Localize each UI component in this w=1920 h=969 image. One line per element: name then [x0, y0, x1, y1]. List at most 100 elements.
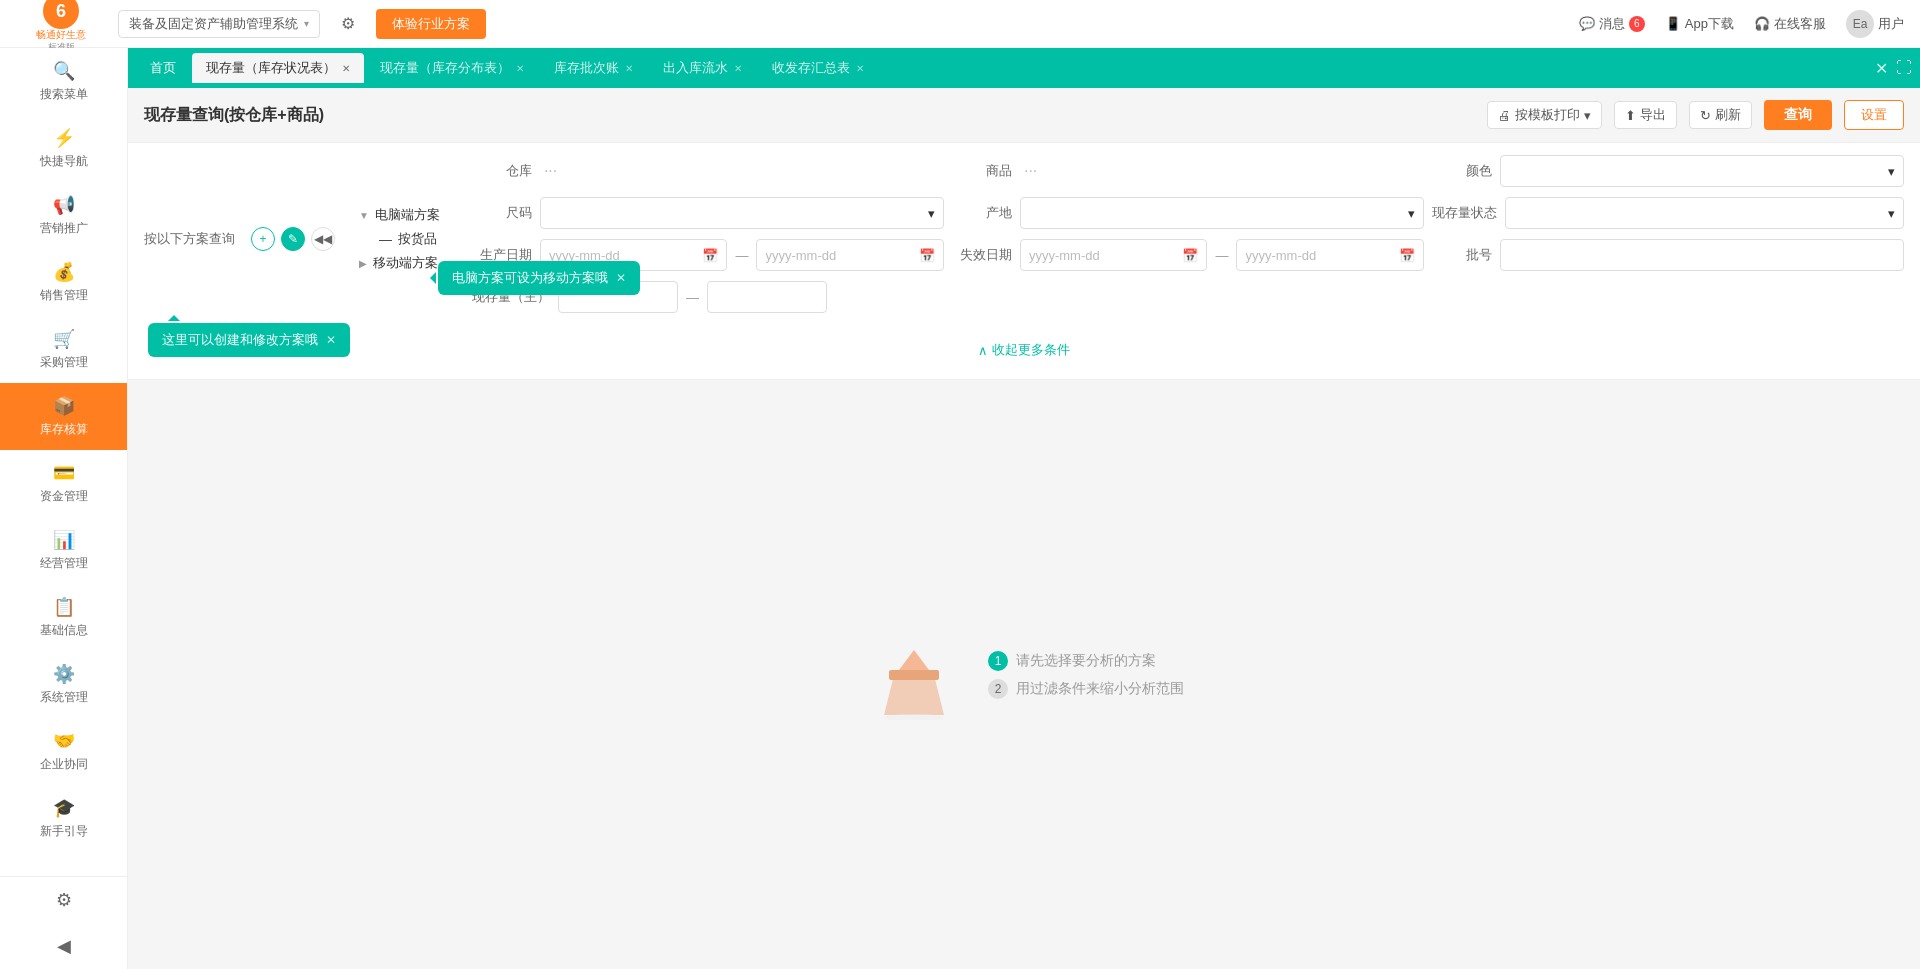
- message-badge: 6: [1629, 16, 1645, 32]
- close-icon[interactable]: ✕: [734, 63, 742, 74]
- sidebar-label: 系统管理: [40, 689, 88, 706]
- chevron-down-icon: ▾: [1888, 206, 1895, 221]
- system-selector[interactable]: 装备及固定资产辅助管理系统 ▾: [118, 10, 320, 38]
- svg-rect-1: [889, 670, 939, 680]
- sidebar-item-finance[interactable]: 💳 资金管理: [0, 450, 127, 517]
- app-download-label: App下载: [1685, 15, 1734, 33]
- phone-icon: 📱: [1665, 16, 1681, 31]
- settings-icon[interactable]: ⚙: [332, 8, 364, 40]
- stock-status-label: 现存量状态: [1432, 204, 1497, 222]
- print-button[interactable]: 🖨 按模板打印 ▾: [1487, 101, 1602, 129]
- sidebar-label: 采购管理: [40, 354, 88, 371]
- empty-tip-2: 2 用过滤条件来缩小分析范围: [988, 679, 1184, 699]
- collapse-bar[interactable]: ∧ 收起更多条件: [144, 333, 1904, 367]
- page-header: 现存量查询(按仓库+商品) 🖨 按模板打印 ▾ ⬆ 导出 ↻: [128, 88, 1920, 143]
- sidebar-item-marketing[interactable]: 📢 营销推广: [0, 182, 127, 249]
- tab-inventory-batch[interactable]: 库存批次账 ✕: [540, 53, 647, 83]
- chart-icon: 📊: [53, 529, 75, 551]
- stock-main-field: 现存量（主） —: [472, 281, 1904, 313]
- export-button[interactable]: ⬆ 导出: [1614, 101, 1677, 129]
- cart-icon: 🛒: [53, 328, 75, 350]
- filter-area: 电脑方案可设为移动方案哦 ✕ 这里可以创建和修改方案哦 ✕ 按以下方案查询 + …: [128, 143, 1920, 380]
- chevron-down-icon: ▾: [928, 206, 935, 221]
- money-icon: 💰: [53, 261, 75, 283]
- chevron-down-icon: ▾: [1584, 108, 1591, 123]
- sidebar-item-purchase[interactable]: 🛒 采购管理: [0, 316, 127, 383]
- form-row-4: 现存量（主） —: [472, 281, 1904, 313]
- warehouse-label: 仓库: [472, 162, 532, 180]
- sidebar-item-cooperation[interactable]: 🤝 企业协同: [0, 718, 127, 785]
- tip-num-2: 2: [988, 679, 1008, 699]
- expiry-date-end[interactable]: yyyy-mm-dd 📅: [1236, 239, 1424, 271]
- app-download-button[interactable]: 📱 App下载: [1665, 15, 1734, 33]
- sidebar-item-guide[interactable]: 🎓 新手引导: [0, 785, 127, 852]
- online-service-button[interactable]: 🎧 在线客服: [1754, 15, 1826, 33]
- tab-summary[interactable]: 收发存汇总表 ✕: [758, 53, 878, 83]
- color-select[interactable]: ▾: [1500, 155, 1904, 187]
- scheme-sub-item[interactable]: — 按货品: [379, 227, 440, 251]
- export-label: 导出: [1640, 106, 1666, 124]
- tooltip-close-icon[interactable]: ✕: [326, 333, 336, 347]
- scheme-pc[interactable]: ▼ 电脑端方案: [359, 203, 440, 227]
- arrow-button[interactable]: ◀◀: [311, 227, 335, 251]
- sidebar-item-inventory[interactable]: 📦 库存核算: [0, 383, 127, 450]
- sidebar-item-management[interactable]: 📊 经营管理: [0, 517, 127, 584]
- sidebar-item-search[interactable]: 🔍 搜索菜单: [0, 48, 127, 115]
- batch-label: 批号: [1432, 246, 1492, 264]
- origin-select[interactable]: ▾: [1020, 197, 1424, 229]
- sidebar-item-basic[interactable]: 📋 基础信息: [0, 584, 127, 651]
- warehouse-field: 仓库 ···: [472, 162, 944, 180]
- stock-status-select[interactable]: ▾: [1505, 197, 1904, 229]
- sidebar: 🔍 搜索菜单 ⚡ 快捷导航 📢 营销推广 💰 销售管理 🛒 采购管理 📦: [0, 48, 128, 969]
- tab-label: 现存量（库存分布表）: [380, 59, 510, 77]
- size-select[interactable]: ▾: [540, 197, 944, 229]
- avatar: Ea: [1846, 10, 1874, 38]
- message-button[interactable]: 💬 消息 6: [1579, 15, 1645, 33]
- tip-text-2: 用过滤条件来缩小分析范围: [1016, 680, 1184, 698]
- scheme-mobile[interactable]: ▶ 移动端方案: [359, 251, 440, 275]
- sidebar-collapse-button[interactable]: ◀: [0, 923, 127, 969]
- user-label: 用户: [1878, 15, 1904, 33]
- prod-date-end[interactable]: yyyy-mm-dd 📅: [756, 239, 944, 271]
- close-icon[interactable]: ✕: [625, 63, 633, 74]
- edit-scheme-button[interactable]: ✎: [281, 227, 305, 251]
- sidebar-item-nav[interactable]: ⚡ 快捷导航: [0, 115, 127, 182]
- close-icon[interactable]: ✕: [856, 63, 864, 74]
- batch-input[interactable]: [1500, 239, 1904, 271]
- chevron-down-icon: ▾: [1888, 164, 1895, 179]
- search-icon: 🔍: [53, 60, 75, 82]
- close-icon[interactable]: ✕: [516, 63, 524, 74]
- close-icon[interactable]: ✕: [342, 63, 350, 74]
- stock-status-field: 现存量状态 ▾: [1432, 197, 1904, 229]
- expiry-date-start[interactable]: yyyy-mm-dd 📅: [1020, 239, 1208, 271]
- calendar-icon: 📅: [919, 248, 935, 263]
- sidebar-label: 基础信息: [40, 622, 88, 639]
- calendar-icon: 📅: [1399, 248, 1415, 263]
- tooltip-close-icon[interactable]: ✕: [616, 271, 626, 285]
- main-content: 1 请先选择要分析的方案 2 用过滤条件来缩小分析范围: [128, 380, 1920, 969]
- tab-inventory-distribution[interactable]: 现存量（库存分布表） ✕: [366, 53, 538, 83]
- add-scheme-button[interactable]: +: [251, 227, 275, 251]
- filter-label: 按以下方案查询: [144, 230, 235, 248]
- tab-expand-button[interactable]: ⛶: [1896, 59, 1912, 77]
- svg-marker-2: [899, 650, 929, 670]
- set-button[interactable]: 设置: [1844, 100, 1904, 130]
- sidebar-item-system[interactable]: ⚙️ 系统管理: [0, 651, 127, 718]
- refresh-button[interactable]: ↻ 刷新: [1689, 101, 1752, 129]
- tab-inout-flow[interactable]: 出入库流水 ✕: [649, 53, 756, 83]
- tab-inventory-status[interactable]: 现存量（库存状况表） ✕: [192, 53, 364, 83]
- tab-home[interactable]: 首页: [136, 53, 190, 83]
- message-icon: 💬: [1579, 16, 1595, 31]
- industry-button[interactable]: 体验行业方案: [376, 9, 486, 39]
- user-menu[interactable]: Ea 用户: [1846, 10, 1904, 38]
- megaphone-icon: 📢: [53, 194, 75, 216]
- empty-tips: 1 请先选择要分析的方案 2 用过滤条件来缩小分析范围: [988, 651, 1184, 699]
- tab-close-all-button[interactable]: ✕: [1875, 59, 1888, 78]
- stock-main-end[interactable]: [707, 281, 827, 313]
- empty-state: 1 请先选择要分析的方案 2 用过滤条件来缩小分析范围: [864, 630, 1184, 720]
- search-button[interactable]: 查询: [1764, 100, 1832, 130]
- content-area: 首页 现存量（库存状况表） ✕ 现存量（库存分布表） ✕ 库存批次账 ✕ 出入库…: [128, 48, 1920, 969]
- filter-row: 按以下方案查询 + ✎ ◀◀ ▼ 电脑端方案: [144, 155, 1904, 323]
- sidebar-item-sales[interactable]: 💰 销售管理: [0, 249, 127, 316]
- sidebar-settings-button[interactable]: ⚙: [0, 877, 127, 923]
